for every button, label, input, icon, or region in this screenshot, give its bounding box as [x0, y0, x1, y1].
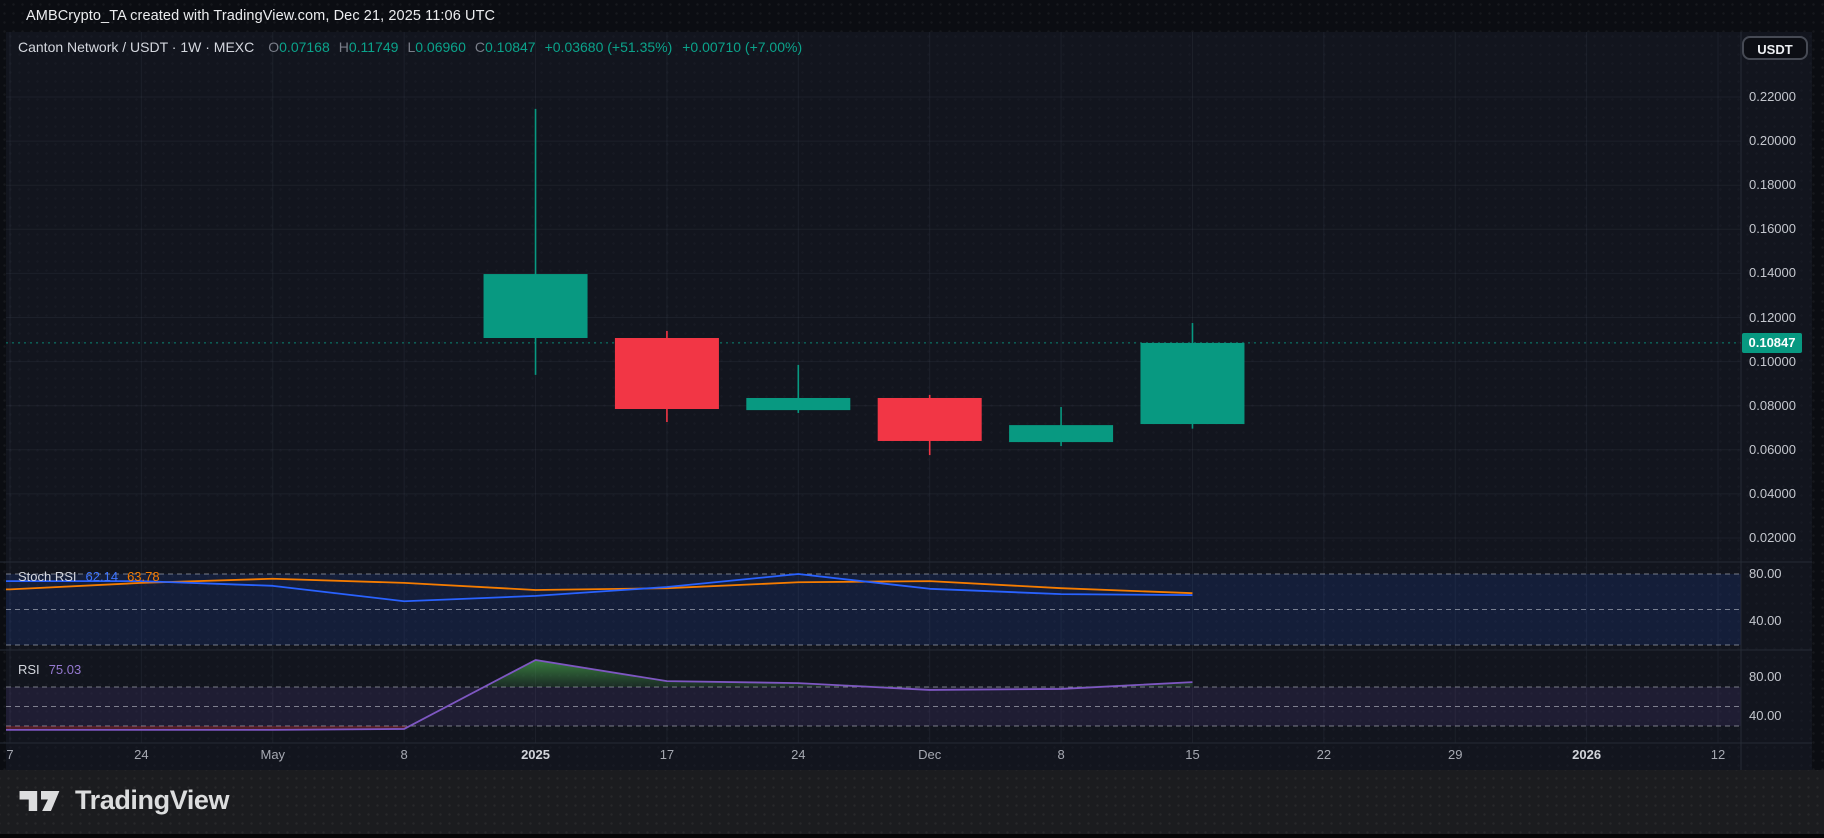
change-absolute: +0.03680 (+51.35%)	[545, 39, 673, 55]
time-axis-label[interactable]: 7	[6, 746, 13, 764]
time-axis-label[interactable]: 24	[134, 746, 148, 764]
indicator-tick-label: 40.00	[1749, 613, 1782, 629]
tradingview-footer: TradingView	[0, 770, 1824, 834]
last-price-label: 0.10847	[1742, 333, 1802, 353]
ohlc-field: C0.10847	[475, 39, 536, 55]
tradingview-wordmark: TradingView	[75, 785, 229, 816]
time-axis-label[interactable]: Dec	[918, 746, 941, 764]
rsi-value: 75.03	[49, 662, 82, 677]
time-axis-label[interactable]: 2026	[1572, 746, 1601, 764]
time-axis-label[interactable]: May	[260, 746, 285, 764]
price-tick-label: 0.14000	[1749, 265, 1796, 281]
price-tick-label: 0.04000	[1749, 486, 1796, 502]
tradingview-chart-screenshot: AMBCrypto_TA created with TradingView.co…	[0, 0, 1824, 838]
ohlc-value: 0.10847	[485, 39, 536, 55]
symbol-info-bar[interactable]: Canton Network / USDT · 1W · MEXC O0.071…	[18, 39, 812, 55]
candle-body[interactable]	[1009, 425, 1113, 442]
time-axis-label[interactable]: 12	[1711, 746, 1725, 764]
candle-body[interactable]	[484, 274, 588, 338]
tradingview-logo-icon	[18, 786, 64, 816]
time-axis-label[interactable]: 22	[1317, 746, 1331, 764]
stoch-rsi-label[interactable]: Stoch RSI	[18, 569, 77, 584]
candle-body[interactable]	[1140, 343, 1244, 424]
price-tick-label: 0.22000	[1749, 89, 1796, 105]
stoch-d-value: 63.78	[127, 569, 160, 584]
ohlc-readout: O0.07168 H0.11749 L0.06960 C0.10847	[268, 39, 544, 55]
time-axis-label[interactable]: 15	[1185, 746, 1199, 764]
ohlc-value: 0.11749	[349, 39, 399, 55]
candle-body[interactable]	[746, 398, 850, 410]
ohlc-field: H0.11749	[339, 39, 399, 55]
ohlc-value: 0.07168	[279, 39, 330, 55]
rsi-overbought-fill	[484, 660, 1192, 687]
time-axis-label[interactable]: 24	[791, 746, 805, 764]
symbol-title[interactable]: Canton Network / USDT · 1W · MEXC	[18, 39, 254, 55]
price-tick-label: 0.20000	[1749, 133, 1796, 149]
ohlc-field: L0.06960	[407, 39, 465, 55]
indicator-tick-label: 80.00	[1749, 669, 1782, 685]
time-axis-label[interactable]: 17	[660, 746, 674, 764]
currency-toggle-button[interactable]: USDT	[1742, 36, 1808, 60]
time-axis-label[interactable]: 29	[1448, 746, 1462, 764]
candle-body[interactable]	[878, 398, 982, 441]
time-axis-label[interactable]: 2025	[521, 746, 550, 764]
price-tick-label: 0.18000	[1749, 177, 1796, 193]
price-tick-label: 0.02000	[1749, 530, 1796, 546]
price-tick-label: 0.12000	[1749, 310, 1796, 326]
price-tick-label: 0.10000	[1749, 354, 1796, 370]
price-tick-label: 0.16000	[1749, 221, 1796, 237]
price-tick-label: 0.06000	[1749, 442, 1796, 458]
candle-body[interactable]	[615, 338, 719, 409]
time-axis-label[interactable]: 8	[401, 746, 408, 764]
chart-canvas	[0, 0, 1824, 838]
ohlc-field: O0.07168	[268, 39, 330, 55]
indicator-tick-label: 40.00	[1749, 708, 1782, 724]
ohlc-letter: C	[475, 39, 485, 55]
time-axis-label[interactable]: 8	[1057, 746, 1064, 764]
indicator-tick-label: 80.00	[1749, 566, 1782, 582]
price-tick-label: 0.08000	[1749, 398, 1796, 414]
rsi-label[interactable]: RSI	[18, 662, 40, 677]
ohlc-letter: H	[339, 39, 349, 55]
ohlc-value: 0.06960	[415, 39, 466, 55]
change-secondary: +0.00710 (+7.00%)	[682, 39, 802, 55]
stoch-rsi-legend[interactable]: Stoch RSI 62.14 63.78	[18, 569, 160, 584]
stoch-k-value: 62.14	[86, 569, 119, 584]
rsi-legend[interactable]: RSI 75.03	[18, 662, 81, 677]
tradingview-brand[interactable]: TradingView	[18, 785, 1824, 816]
ohlc-letter: O	[268, 39, 279, 55]
bottom-black-bar	[0, 834, 1824, 838]
